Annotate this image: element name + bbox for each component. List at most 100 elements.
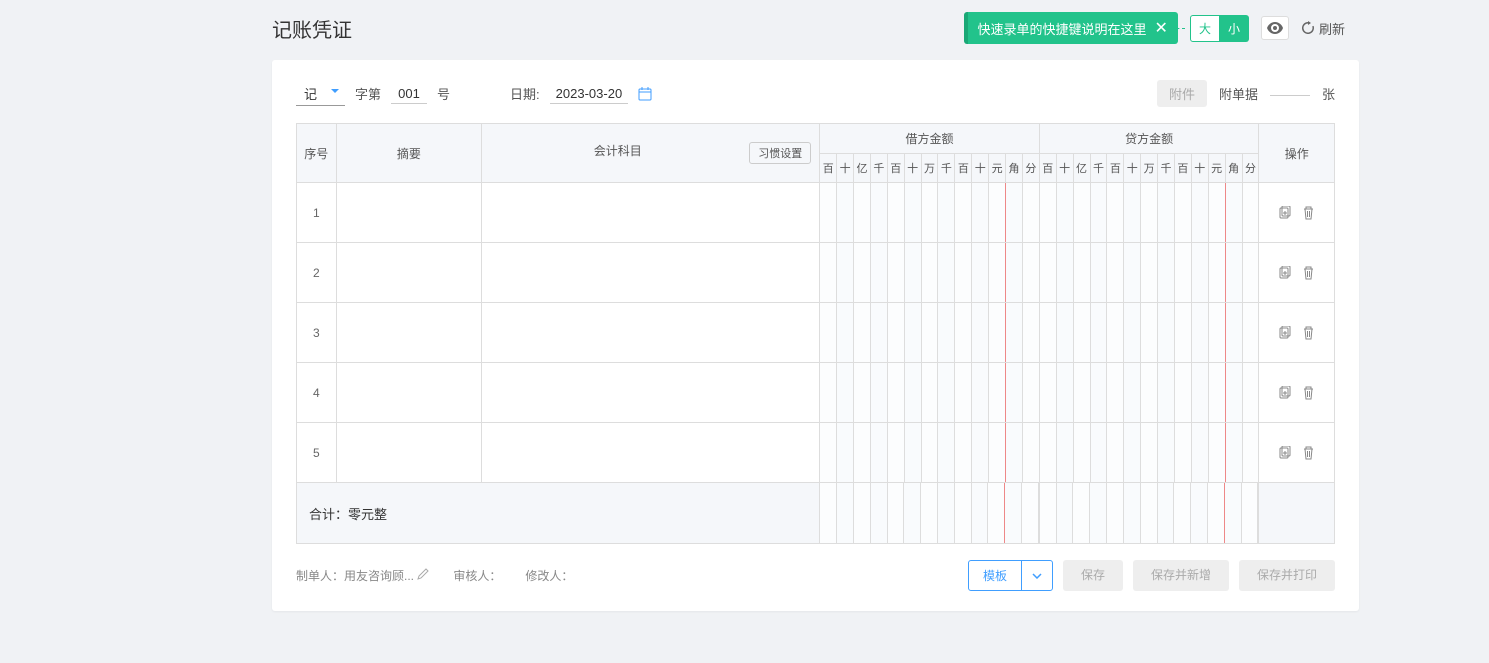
voucher-no-input[interactable]: 001 [391,84,427,104]
amount-cell[interactable] [1022,423,1039,483]
amount-cell[interactable] [972,243,989,303]
amount-cell[interactable] [938,303,955,363]
save-button[interactable]: 保存 [1063,560,1123,591]
edit-maker-icon[interactable] [417,569,429,583]
amount-cell[interactable] [904,243,921,303]
amount-cell[interactable] [837,303,854,363]
subject-cell[interactable] [482,363,820,423]
amount-cell[interactable] [1056,363,1073,423]
amount-cell[interactable] [837,363,854,423]
amount-cell[interactable] [1191,183,1208,243]
summary-cell[interactable] [336,303,482,363]
amount-cell[interactable] [1090,423,1107,483]
save-new-button[interactable]: 保存并新增 [1133,560,1229,591]
delete-icon[interactable] [1302,326,1315,340]
amount-cell[interactable] [921,183,938,243]
amount-cell[interactable] [1141,363,1158,423]
amount-cell[interactable] [972,363,989,423]
amount-cell[interactable] [820,303,837,363]
amount-cell[interactable] [1174,303,1191,363]
amount-cell[interactable] [820,363,837,423]
amount-cell[interactable] [1158,243,1175,303]
amount-cell[interactable] [887,423,904,483]
copy-icon[interactable] [1278,446,1292,460]
amount-cell[interactable] [1141,303,1158,363]
amount-cell[interactable] [921,363,938,423]
amount-cell[interactable] [1006,363,1023,423]
amount-cell[interactable] [1225,363,1242,423]
amount-cell[interactable] [1158,423,1175,483]
amount-cell[interactable] [1039,303,1056,363]
delete-icon[interactable] [1302,266,1315,280]
amount-cell[interactable] [1124,423,1141,483]
amount-cell[interactable] [972,303,989,363]
subject-cell[interactable] [482,303,820,363]
amount-cell[interactable] [904,423,921,483]
amount-cell[interactable] [820,243,837,303]
amount-cell[interactable] [1225,183,1242,243]
amount-cell[interactable] [1124,183,1141,243]
summary-input[interactable] [337,183,482,223]
amount-cell[interactable] [870,183,887,243]
amount-cell[interactable] [1225,243,1242,303]
amount-cell[interactable] [955,243,972,303]
amount-cell[interactable] [1006,423,1023,483]
amount-cell[interactable] [955,303,972,363]
size-small-button[interactable]: 小 [1220,15,1249,42]
amount-cell[interactable] [1006,243,1023,303]
amount-cell[interactable] [1174,363,1191,423]
amount-cell[interactable] [955,183,972,243]
amount-cell[interactable] [887,303,904,363]
amount-cell[interactable] [1208,243,1225,303]
amount-cell[interactable] [1158,363,1175,423]
amount-cell[interactable] [1242,303,1259,363]
amount-cell[interactable] [887,243,904,303]
amount-cell[interactable] [1073,423,1090,483]
amount-cell[interactable] [1242,363,1259,423]
amount-cell[interactable] [904,363,921,423]
amount-cell[interactable] [820,183,837,243]
amount-cell[interactable] [1191,423,1208,483]
amount-cell[interactable] [837,243,854,303]
amount-cell[interactable] [1090,363,1107,423]
amount-cell[interactable] [854,243,871,303]
amount-cell[interactable] [1107,363,1124,423]
amount-cell[interactable] [870,303,887,363]
amount-cell[interactable] [1022,363,1039,423]
amount-cell[interactable] [989,303,1006,363]
amount-cell[interactable] [1107,303,1124,363]
copy-icon[interactable] [1278,266,1292,280]
amount-cell[interactable] [1191,303,1208,363]
copy-icon[interactable] [1278,206,1292,220]
amount-cell[interactable] [1174,423,1191,483]
amount-cell[interactable] [1225,303,1242,363]
amount-cell[interactable] [1174,243,1191,303]
amount-cell[interactable] [1039,183,1056,243]
amount-cell[interactable] [1056,243,1073,303]
amount-cell[interactable] [921,423,938,483]
amount-cell[interactable] [938,363,955,423]
amount-cell[interactable] [1090,183,1107,243]
amount-cell[interactable] [921,243,938,303]
subject-cell[interactable] [482,183,820,243]
amount-cell[interactable] [1174,183,1191,243]
delete-icon[interactable] [1302,446,1315,460]
amount-cell[interactable] [854,303,871,363]
amount-cell[interactable] [1124,363,1141,423]
copy-icon[interactable] [1278,326,1292,340]
amount-cell[interactable] [1022,183,1039,243]
amount-cell[interactable] [955,363,972,423]
amount-cell[interactable] [1242,183,1259,243]
amount-cell[interactable] [1056,303,1073,363]
amount-cell[interactable] [1225,423,1242,483]
chevron-down-icon[interactable] [1021,561,1052,590]
copy-icon[interactable] [1278,386,1292,400]
amount-cell[interactable] [972,183,989,243]
date-input[interactable]: 2023-03-20 [550,84,629,104]
amount-cell[interactable] [1039,423,1056,483]
amount-cell[interactable] [989,423,1006,483]
amount-cell[interactable] [1242,243,1259,303]
amount-cell[interactable] [989,363,1006,423]
amount-cell[interactable] [1107,183,1124,243]
amount-cell[interactable] [887,363,904,423]
